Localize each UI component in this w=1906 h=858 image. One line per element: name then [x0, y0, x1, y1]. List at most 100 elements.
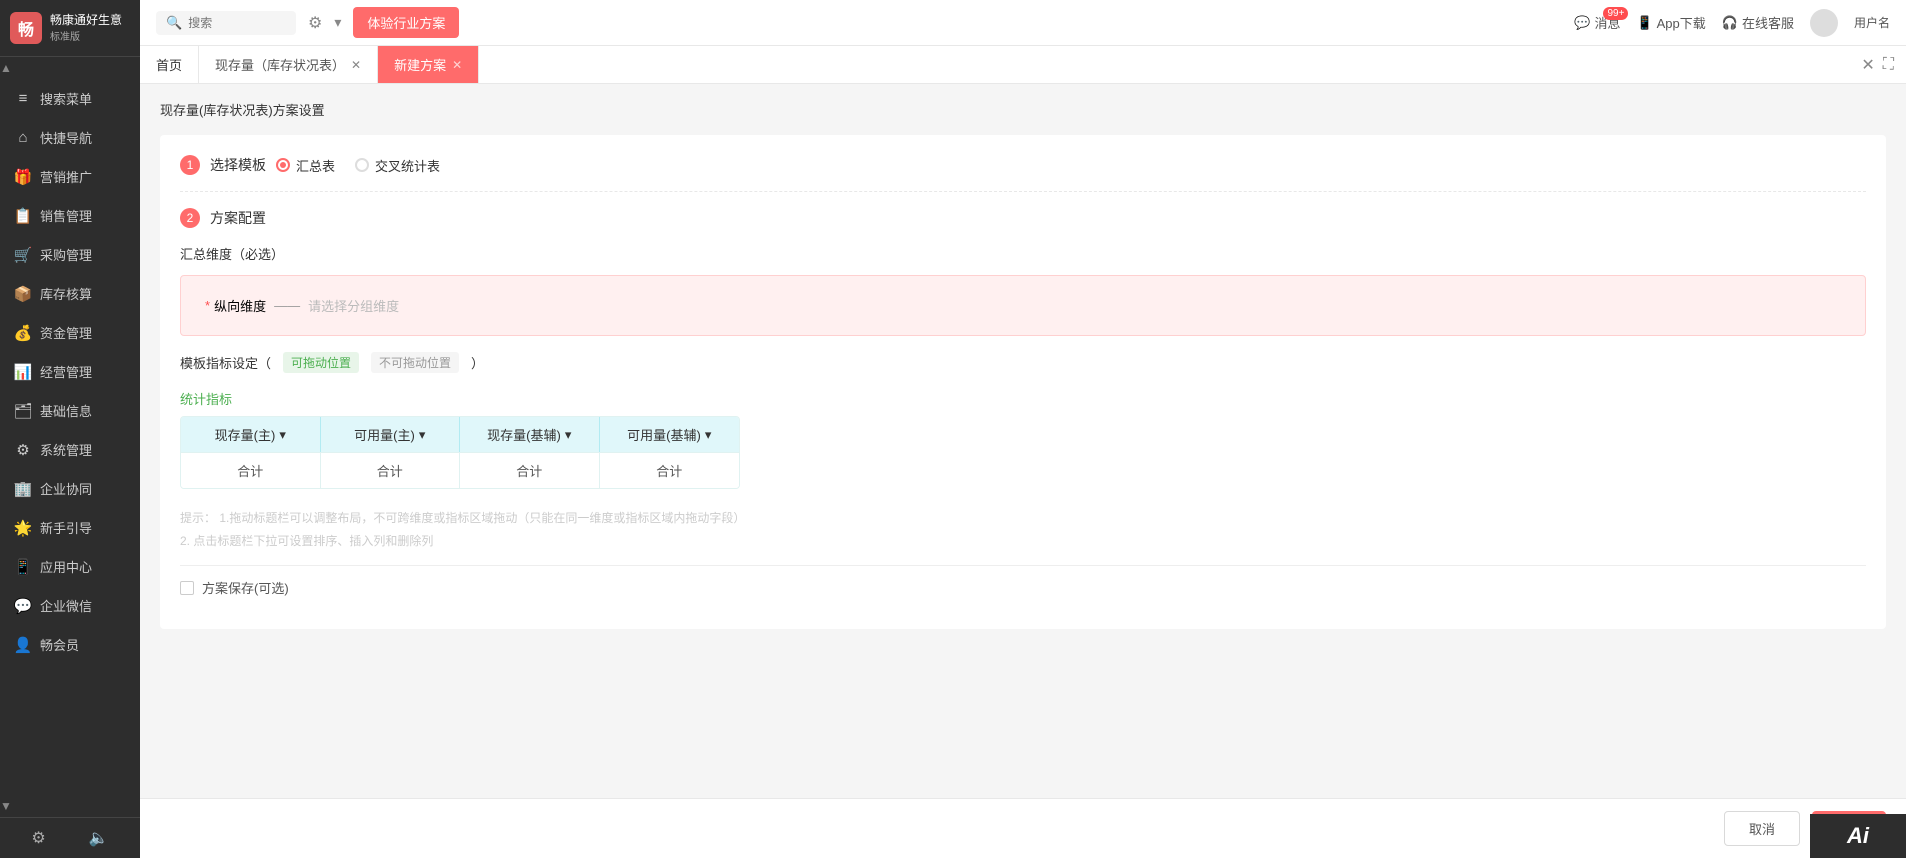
stats-th-1-dropdown[interactable]: ▾ [419, 427, 426, 443]
search-input[interactable] [188, 16, 286, 30]
tab-home-label: 首页 [156, 55, 182, 74]
member-icon: 👤 [14, 636, 32, 654]
topbar-search-box[interactable]: 🔍 [156, 11, 296, 35]
sidebar-item-finance[interactable]: 💰 资金管理 [0, 313, 140, 352]
management-icon: 📊 [14, 363, 32, 381]
footer-btns: 取消 查询 [140, 798, 1906, 858]
stats-th-0-dropdown[interactable]: ▾ [279, 427, 286, 443]
sidebar-item-enterprise-wechat[interactable]: 💬 企业微信 [0, 586, 140, 625]
sidebar-item-enterprise[interactable]: 🏢 企业协同 [0, 469, 140, 508]
indicator-setting-row: 模板指标设定（ 可拖动位置 不可拖动位置 ） [180, 352, 1866, 373]
stats-th-2-dropdown[interactable]: ▾ [565, 427, 572, 443]
sidebar-bottom: ⚙ 🔈 [0, 817, 140, 858]
step1-title: 选择模板 [210, 155, 266, 175]
sidebar-scroll-down[interactable]: ▼ [0, 795, 140, 817]
save-checkbox[interactable] [180, 581, 194, 595]
system-icon: ⚙ [14, 441, 32, 459]
step2-title: 方案配置 [210, 208, 266, 228]
stats-section-label: 统计指标 [180, 389, 1866, 408]
sidebar-item-label: 销售管理 [40, 206, 92, 225]
sidebar-item-quick-nav[interactable]: ⌂ 快捷导航 [0, 118, 140, 157]
radio-cross[interactable]: 交叉统计表 [355, 156, 440, 175]
sidebar-item-marketing[interactable]: 🎁 营销推广 [0, 157, 140, 196]
indicator-tag-inactive: 不可拖动位置 [371, 352, 459, 373]
stats-th-1: 可用量(主) ▾ [321, 417, 461, 452]
sidebar-item-label: 畅会员 [40, 635, 79, 654]
message-badge: 99+ [1603, 7, 1628, 20]
service-label: 在线客服 [1742, 13, 1794, 32]
app-badge: 标准版 [50, 28, 122, 43]
sidebar-item-purchase[interactable]: 🛒 采购管理 [0, 235, 140, 274]
close-icon[interactable]: ✕ [1861, 55, 1874, 75]
online-service-btn[interactable]: 🎧 在线客服 [1722, 13, 1794, 32]
tab-inventory-close-icon[interactable]: ✕ [351, 58, 361, 72]
sidebar-scroll-up[interactable]: ▲ [0, 57, 140, 79]
search-menu-icon: ≡ [14, 90, 32, 108]
tab-inventory-status[interactable]: 现存量（库存状况表） ✕ [199, 46, 378, 83]
app-download-btn[interactable]: 📱 App下载 [1636, 13, 1705, 32]
content-area: 现存量(库存状况表)方案设置 1 选择模板 汇总表 交叉统计表 [140, 84, 1906, 798]
sidebar-item-system[interactable]: ⚙ 系统管理 [0, 430, 140, 469]
stats-th-2: 现存量(基辅) ▾ [460, 417, 600, 452]
dimension-dash: —— [274, 298, 300, 313]
gear-icon[interactable]: ⚙ [308, 13, 322, 33]
sidebar-item-inventory[interactable]: 📦 库存核算 [0, 274, 140, 313]
message-btn[interactable]: 💬 消息 99+ [1574, 13, 1620, 32]
step1-label: 1 选择模板 汇总表 交叉统计表 [180, 155, 1866, 175]
sidebar-item-new-guide[interactable]: 🌟 新手引导 [0, 508, 140, 547]
sidebar-nav: ≡ 搜索菜单 ⌂ 快捷导航 🎁 营销推广 📋 销售管理 🛒 采购管理 📦 库存核… [0, 79, 140, 795]
stats-th-1-label: 可用量(主) [354, 425, 415, 444]
sound-icon[interactable]: 🔈 [89, 828, 109, 848]
save-option-label: 方案保存(可选) [202, 578, 289, 597]
sidebar-item-label: 快捷导航 [40, 128, 92, 147]
trial-btn[interactable]: 体验行业方案 [353, 7, 459, 38]
enterprise-icon: 🏢 [14, 480, 32, 498]
divider-1 [180, 191, 1866, 192]
search-icon: 🔍 [166, 15, 182, 31]
basic-info-icon: 🗂 [14, 402, 32, 420]
tab-home[interactable]: 首页 [140, 46, 199, 83]
sidebar-item-label: 应用中心 [40, 557, 92, 576]
radio-summary-circle [276, 158, 290, 172]
step2-num: 2 [180, 208, 200, 228]
sidebar-item-sales[interactable]: 📋 销售管理 [0, 196, 140, 235]
stats-td-3: 合计 [600, 452, 740, 488]
tab-new-plan-close-icon[interactable]: ✕ [452, 58, 462, 72]
indicator-label-end: ） [471, 353, 484, 372]
sidebar-item-label: 新手引导 [40, 518, 92, 537]
username: 用户名 [1854, 14, 1890, 31]
sidebar-item-management[interactable]: 📊 经营管理 [0, 352, 140, 391]
stats-th-0: 现存量(主) ▾ [181, 417, 321, 452]
indicator-label: 模板指标设定（ [180, 353, 271, 372]
tip-2: 2. 点击标题栏下拉可设置排序、插入列和删除列 [180, 532, 1866, 549]
stats-table: 现存量(主) ▾ 可用量(主) ▾ 现存量(基辅) ▾ 可用量(基辅) ▾ [180, 416, 740, 489]
config-card: 1 选择模板 汇总表 交叉统计表 2 方案配置 [160, 135, 1886, 629]
topbar-left: 🔍 ⚙ ▾ 体验行业方案 [156, 7, 459, 38]
finance-icon: 💰 [14, 324, 32, 342]
ai-badge: Ai [1810, 814, 1906, 858]
sidebar-item-basic-info[interactable]: 🗂 基础信息 [0, 391, 140, 430]
message-icon: 💬 [1574, 15, 1590, 31]
radio-cross-label: 交叉统计表 [375, 156, 440, 175]
tab-new-plan[interactable]: 新建方案 ✕ [378, 46, 479, 83]
sidebar-item-search-menu[interactable]: ≡ 搜索菜单 [0, 79, 140, 118]
sidebar-item-app-center[interactable]: 📱 应用中心 [0, 547, 140, 586]
tabs-bar: 首页 现存量（库存状况表） ✕ 新建方案 ✕ ✕ ⛶ [140, 46, 1906, 84]
sidebar-item-label: 库存核算 [40, 284, 92, 303]
sidebar-item-member[interactable]: 👤 畅会员 [0, 625, 140, 664]
sidebar-item-label: 企业协同 [40, 479, 92, 498]
settings-icon[interactable]: ⚙ [31, 828, 45, 848]
sidebar-item-label: 经营管理 [40, 362, 92, 381]
stats-th-2-label: 现存量(基辅) [487, 425, 561, 444]
stats-th-0-label: 现存量(主) [215, 425, 276, 444]
stats-th-3-dropdown[interactable]: ▾ [705, 427, 712, 443]
expand-icon[interactable]: ⛶ [1883, 56, 1894, 74]
radio-summary[interactable]: 汇总表 [276, 156, 335, 175]
sidebar: 畅 畅康通好生意 标准版 ▲ ≡ 搜索菜单 ⌂ 快捷导航 🎁 营销推广 📋 销售… [0, 0, 140, 858]
cancel-button[interactable]: 取消 [1724, 811, 1800, 846]
user-avatar[interactable] [1810, 9, 1838, 37]
dropdown-icon[interactable]: ▾ [334, 14, 341, 31]
topbar: 🔍 ⚙ ▾ 体验行业方案 💬 消息 99+ 📱 App下载 🎧 在线客服 用户名 [140, 0, 1906, 46]
logo-icon: 畅 [10, 12, 42, 44]
stats-th-3: 可用量(基辅) ▾ [600, 417, 740, 452]
